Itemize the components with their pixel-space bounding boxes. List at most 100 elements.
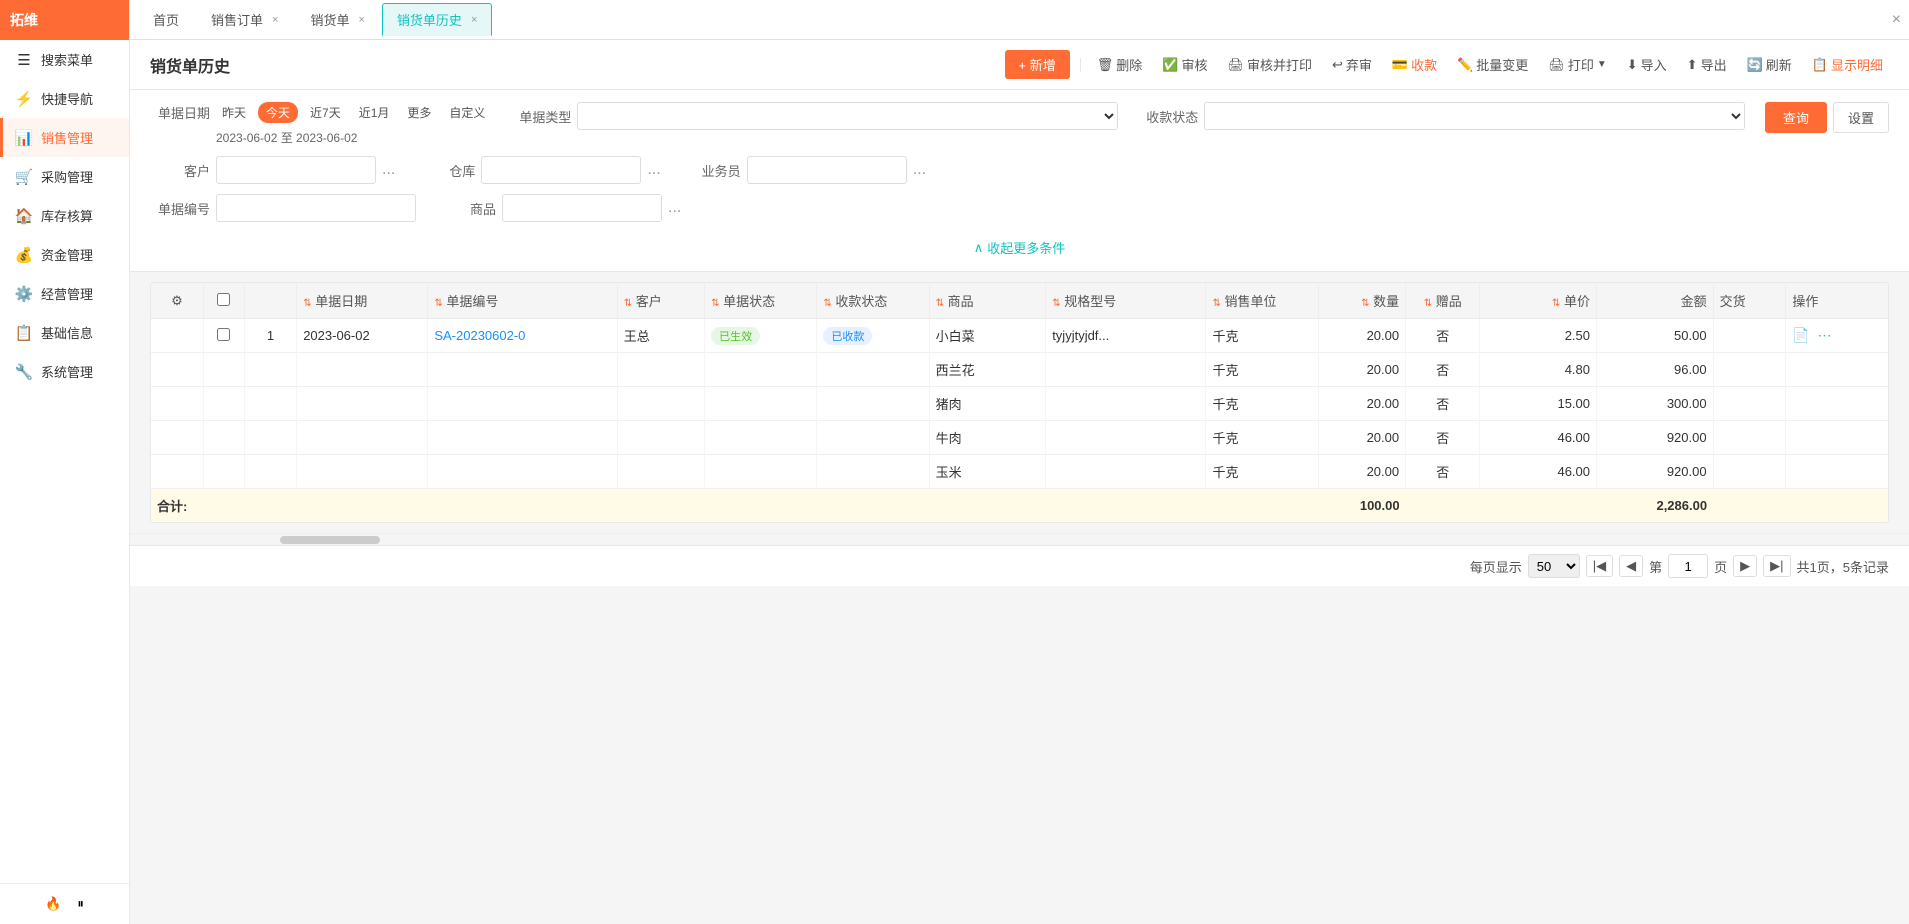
scrollbar-thumb[interactable] xyxy=(280,536,380,544)
tab-sales-history-close[interactable]: × xyxy=(471,14,477,26)
col-date-header[interactable]: ⇅ 单据日期 xyxy=(297,283,428,319)
row-paystatus xyxy=(817,421,929,455)
doc-no-input[interactable] xyxy=(216,194,416,222)
abandon-button[interactable]: ↩ 弃审 xyxy=(1326,52,1378,77)
date-btn-1month[interactable]: 近1月 xyxy=(353,102,396,123)
filter-row-2: 客户 ... 仓库 ... 业务员 ... xyxy=(150,156,1889,184)
date-btn-custom[interactable]: 自定义 xyxy=(443,102,491,123)
select-all-checkbox[interactable] xyxy=(217,293,230,306)
tab-home[interactable]: 首页 xyxy=(138,3,194,36)
goods-dots[interactable]: ... xyxy=(668,199,681,217)
page-label: 第 xyxy=(1649,557,1662,576)
date-btn-7days[interactable]: 近7天 xyxy=(304,102,347,123)
row-num xyxy=(244,455,296,489)
row-more-icon[interactable]: ⋯ xyxy=(1817,327,1831,343)
row-checkbox-cell[interactable] xyxy=(203,387,244,421)
tab-sales-goods-close[interactable]: × xyxy=(358,14,364,26)
row-docno[interactable] xyxy=(428,421,617,455)
collapse-text: 收起更多条件 xyxy=(987,238,1065,257)
collect-button[interactable]: 💳 收款 xyxy=(1386,52,1443,77)
sidebar-item-inventory[interactable]: 🏠 库存核算 xyxy=(0,196,129,235)
page-input[interactable] xyxy=(1668,554,1708,578)
tab-sales-goods[interactable]: 销货单 × xyxy=(295,3,379,36)
per-page-select[interactable]: 50 100 200 xyxy=(1528,554,1580,578)
col-unit-header[interactable]: ⇅ 销售单位 xyxy=(1206,283,1318,319)
col-gear-header[interactable]: ⚙ xyxy=(151,283,203,319)
staff-dots[interactable]: ... xyxy=(913,161,926,179)
sidebar-item-search[interactable]: ☰ 搜索菜单 xyxy=(0,40,129,79)
row-checkbox-cell[interactable] xyxy=(203,421,244,455)
row-checkbox[interactable] xyxy=(217,328,230,341)
row-docstatus xyxy=(705,455,817,489)
batch-change-button[interactable]: ✏️ 批量变更 xyxy=(1451,52,1534,77)
pay-status-select[interactable] xyxy=(1204,102,1745,130)
import-button[interactable]: ⬇ 导入 xyxy=(1621,52,1673,77)
sidebar-item-sys[interactable]: 🔧 系统管理 xyxy=(0,352,129,391)
customer-input[interactable] xyxy=(216,156,376,184)
row-customer xyxy=(617,455,704,489)
date-btn-yesterday[interactable]: 昨天 xyxy=(216,102,252,123)
review-print-button[interactable]: 🖨 审核并打印 xyxy=(1221,52,1318,77)
col-goods-header[interactable]: ⇅ 商品 xyxy=(929,283,1046,319)
warehouse-input[interactable] xyxy=(481,156,641,184)
row-checkbox-cell[interactable] xyxy=(203,353,244,387)
horizontal-scrollbar[interactable] xyxy=(130,533,1909,545)
print-label: 打印 xyxy=(1568,55,1594,74)
sidebar-item-quick-nav[interactable]: ⚡ 快捷导航 xyxy=(0,79,129,118)
tab-sales-order[interactable]: 销售订单 × xyxy=(196,3,293,36)
row-docno[interactable]: SA-20230602-0 xyxy=(428,319,617,353)
row-docno[interactable] xyxy=(428,387,617,421)
setting-button[interactable]: 设置 xyxy=(1833,102,1889,133)
tabs-bar: 首页 销售订单 × 销货单 × 销货单历史 × × xyxy=(130,0,1909,40)
staff-input[interactable] xyxy=(747,156,907,184)
show-detail-button[interactable]: 📋 显示明细 xyxy=(1806,52,1889,77)
sidebar-item-sales[interactable]: 📊 销售管理 xyxy=(0,118,129,157)
print-button[interactable]: 🖨 打印 ▼ xyxy=(1542,52,1612,77)
per-page-label: 每页显示 xyxy=(1470,557,1522,576)
tab-home-label: 首页 xyxy=(153,10,179,29)
query-button[interactable]: 查询 xyxy=(1765,102,1827,133)
col-docno-header[interactable]: ⇅ 单据编号 xyxy=(428,283,617,319)
tab-sales-order-close[interactable]: × xyxy=(272,14,278,26)
last-page-btn[interactable]: ▶| xyxy=(1763,555,1790,577)
col-checkbox-header[interactable] xyxy=(203,283,244,319)
row-docno[interactable] xyxy=(428,455,617,489)
row-checkbox-cell[interactable] xyxy=(203,455,244,489)
row-view-icon[interactable]: 📄 xyxy=(1792,327,1809,343)
collapse-btn[interactable]: ∧ 收起更多条件 xyxy=(974,234,1066,261)
col-spec-header[interactable]: ⇅ 规格型号 xyxy=(1046,283,1206,319)
sidebar-item-ops[interactable]: ⚙️ 经营管理 xyxy=(0,274,129,313)
col-qty-header[interactable]: ⇅ 数量 xyxy=(1318,283,1405,319)
prev-page-btn[interactable]: ◀ xyxy=(1619,555,1643,577)
row-docno[interactable] xyxy=(428,353,617,387)
date-btn-more[interactable]: 更多 xyxy=(401,102,437,123)
customer-dots[interactable]: ... xyxy=(382,161,395,179)
col-paystatus-header[interactable]: ⇅ 收款状态 xyxy=(817,283,929,319)
sidebar-item-purchase[interactable]: 🛒 采购管理 xyxy=(0,157,129,196)
row-checkbox-cell[interactable] xyxy=(203,319,244,353)
first-page-btn[interactable]: |◀ xyxy=(1586,555,1613,577)
refresh-button[interactable]: 🔄 刷新 xyxy=(1741,52,1798,77)
col-docstatus-header[interactable]: ⇅ 单据状态 xyxy=(705,283,817,319)
next-page-btn[interactable]: ▶ xyxy=(1733,555,1757,577)
sidebar-item-basic-info[interactable]: 📋 基础信息 xyxy=(0,313,129,352)
warehouse-dots[interactable]: ... xyxy=(647,161,660,179)
delete-button[interactable]: 🗑 删除 xyxy=(1091,52,1149,77)
tabs-close-all[interactable]: × xyxy=(1892,11,1901,29)
tab-sales-history[interactable]: 销货单历史 × xyxy=(382,3,492,36)
fire-icon[interactable]: 🔥 xyxy=(45,896,61,912)
sidebar-item-finance[interactable]: 💰 资金管理 xyxy=(0,235,129,274)
col-gift-header[interactable]: ⇅ 赠品 xyxy=(1406,283,1480,319)
goods-input[interactable] xyxy=(502,194,662,222)
doc-type-select[interactable] xyxy=(577,102,1118,130)
date-btn-today[interactable]: 今天 xyxy=(258,102,298,123)
pause-icon[interactable]: ⏸ xyxy=(77,896,84,912)
row-qty: 20.00 xyxy=(1318,319,1405,353)
col-price-header[interactable]: ⇅ 单价 xyxy=(1480,283,1597,319)
col-customer-header[interactable]: ⇅ 客户 xyxy=(617,283,704,319)
show-detail-label: 显示明细 xyxy=(1831,55,1883,74)
review-button[interactable]: ✅ 审核 xyxy=(1156,52,1213,77)
new-button[interactable]: + 新增 xyxy=(1005,50,1070,79)
export-button[interactable]: ⬆ 导出 xyxy=(1681,52,1733,77)
sidebar-item-label: 经营管理 xyxy=(41,284,93,303)
